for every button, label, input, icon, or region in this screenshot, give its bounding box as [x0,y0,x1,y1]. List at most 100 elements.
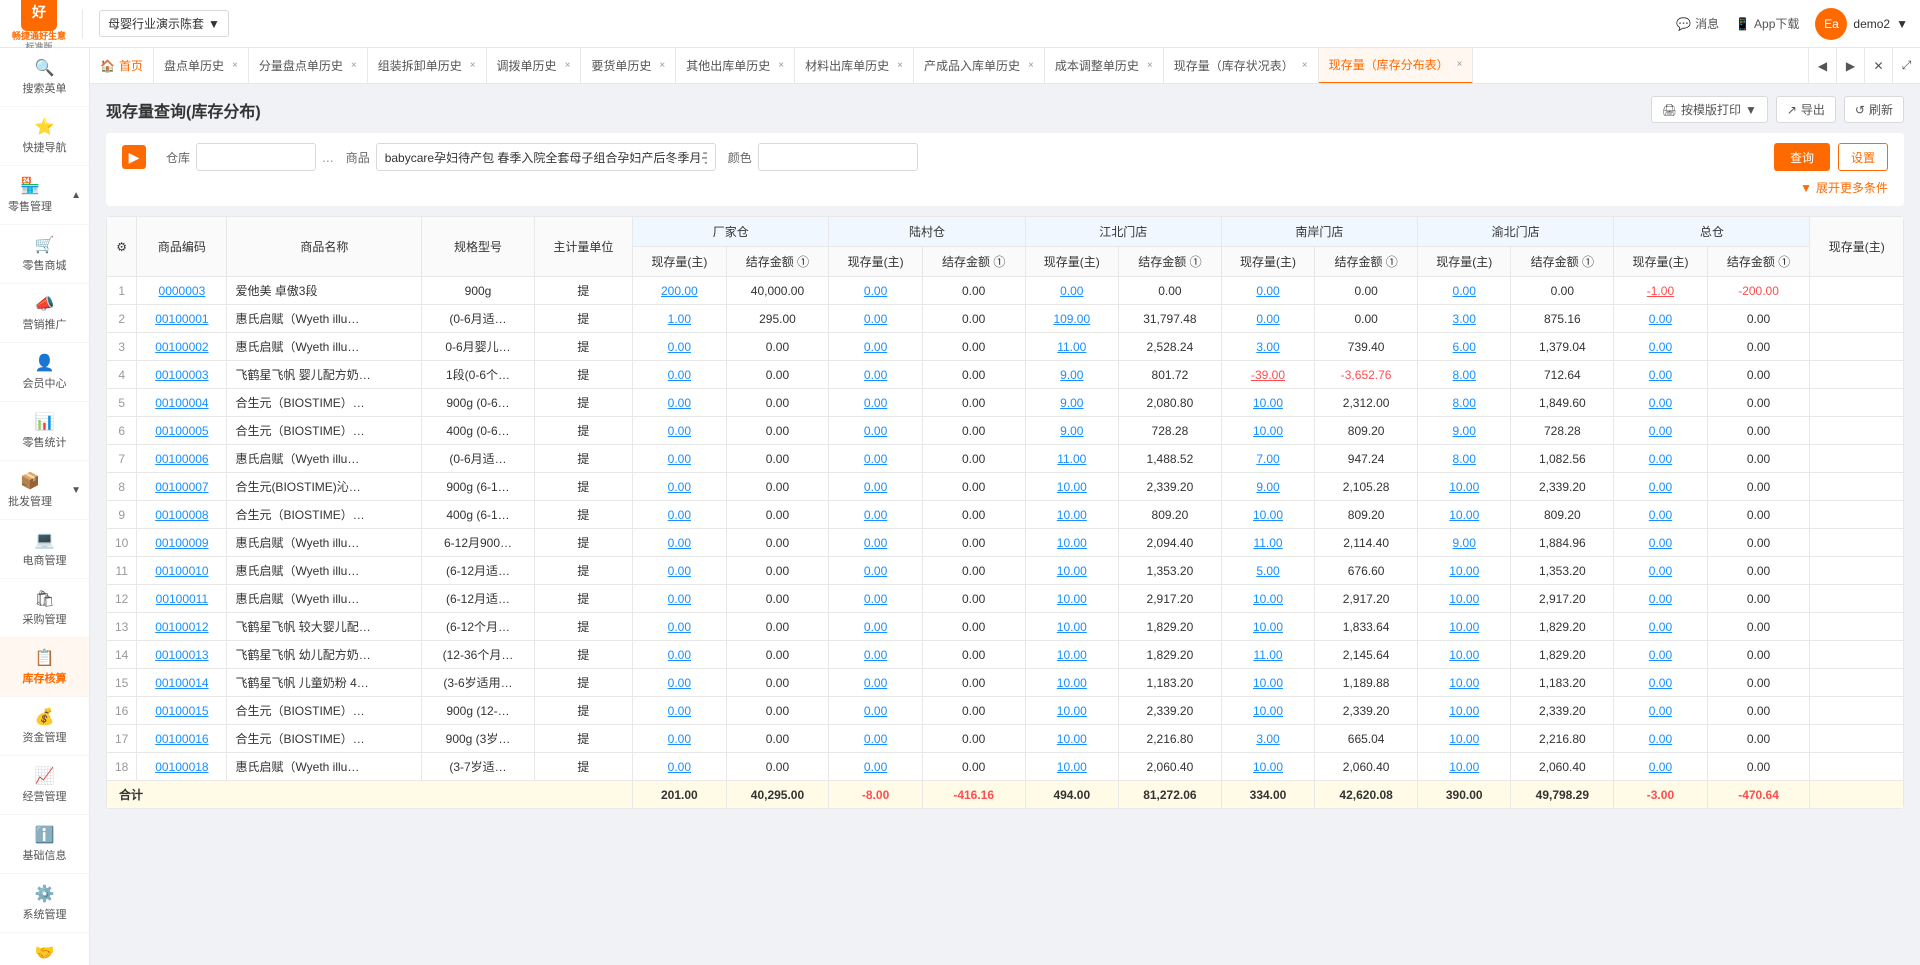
row-lucun-qty[interactable]: 0.00 [829,473,922,501]
row-total-qty[interactable]: 0.00 [1614,557,1707,585]
row-jiangbei-qty[interactable]: 109.00 [1025,305,1118,333]
row-total-qty[interactable]: 0.00 [1614,305,1707,333]
sidebar-item-purchase[interactable]: 🛍 采购管理 [0,579,89,638]
row-nanan-qty[interactable]: -39.00 [1221,361,1314,389]
row-yubei-qty[interactable]: 10.00 [1418,725,1511,753]
close-icon[interactable]: × [232,60,238,71]
row-code[interactable]: 00100011 [137,585,227,613]
row-total-qty[interactable]: 0.00 [1614,669,1707,697]
row-lucun-qty[interactable]: 0.00 [829,585,922,613]
row-nanan-qty[interactable]: 9.00 [1221,473,1314,501]
message-btn[interactable]: 💬 消息 [1676,15,1719,32]
print-btn[interactable]: 🖨 按模版打印 ▼ [1651,96,1768,123]
row-changja-qty[interactable]: 0.00 [633,333,726,361]
close-icon[interactable]: × [897,60,903,71]
expand-conditions-btn[interactable]: ▼ 展开更多条件 [1800,179,1888,196]
row-jiangbei-qty[interactable]: 10.00 [1025,697,1118,725]
row-changja-qty[interactable]: 0.00 [633,501,726,529]
row-total-qty[interactable]: 0.00 [1614,585,1707,613]
sidebar-item-operations[interactable]: 📈 经营管理 [0,756,89,815]
row-lucun-qty[interactable]: 0.00 [829,389,922,417]
app-download-btn[interactable]: 📱 App下载 [1735,15,1799,32]
row-nanan-qty[interactable]: 10.00 [1221,501,1314,529]
row-lucun-qty[interactable]: 0.00 [829,305,922,333]
tab-material-out[interactable]: 材料出库单历史 × [795,48,914,84]
row-yubei-qty[interactable]: 10.00 [1418,753,1511,781]
close-icon[interactable]: × [659,60,665,71]
tab-home[interactable]: 🏠 首页 [90,48,154,84]
row-total-qty[interactable]: 0.00 [1614,641,1707,669]
row-code[interactable]: 00100013 [137,641,227,669]
row-code[interactable]: 00100002 [137,333,227,361]
row-changja-qty[interactable]: 0.00 [633,725,726,753]
sidebar-item-search[interactable]: 🔍 搜索英单 [0,48,89,107]
tab-stock-status[interactable]: 现存量（库存状况表） × [1164,48,1319,84]
row-lucun-qty[interactable]: 0.00 [829,753,922,781]
row-yubei-qty[interactable]: 10.00 [1418,641,1511,669]
tab-qty-check[interactable]: 分量盘点单历史 × [249,48,368,84]
row-jiangbei-qty[interactable]: 10.00 [1025,725,1118,753]
close-icon[interactable]: × [351,60,357,71]
row-jiangbei-qty[interactable]: 9.00 [1025,389,1118,417]
row-yubei-qty[interactable]: 10.00 [1418,697,1511,725]
sidebar-item-marketing[interactable]: 📣 营销推广 [0,284,89,343]
row-jiangbei-qty[interactable]: 10.00 [1025,557,1118,585]
row-code[interactable]: 00100010 [137,557,227,585]
row-nanan-qty[interactable]: 10.00 [1221,697,1314,725]
sidebar-item-shortcut[interactable]: ⭐ 快捷导航 [0,107,89,166]
row-nanan-qty[interactable]: 3.00 [1221,725,1314,753]
row-yubei-qty[interactable]: 9.00 [1418,529,1511,557]
row-jiangbei-qty[interactable]: 10.00 [1025,669,1118,697]
row-changja-qty[interactable]: 0.00 [633,557,726,585]
sidebar-item-member[interactable]: 👤 会员中心 [0,343,89,402]
row-total-qty[interactable]: 0.00 [1614,501,1707,529]
row-yubei-qty[interactable]: 10.00 [1418,585,1511,613]
query-btn[interactable]: 查询 [1774,143,1830,171]
tab-inventory-check[interactable]: 盘点单历史 × [154,48,249,84]
row-changja-qty[interactable]: 0.00 [633,613,726,641]
sidebar-item-retail-mgmt[interactable]: 🏪 零售管理 ▲ [0,166,89,225]
row-nanan-qty[interactable]: 5.00 [1221,557,1314,585]
row-total-qty[interactable]: 0.00 [1614,697,1707,725]
row-jiangbei-qty[interactable]: 11.00 [1025,333,1118,361]
row-yubei-qty[interactable]: 10.00 [1418,473,1511,501]
close-icon[interactable]: × [1457,59,1463,70]
row-jiangbei-qty[interactable]: 10.00 [1025,613,1118,641]
row-jiangbei-qty[interactable]: 0.00 [1025,277,1118,305]
tab-product-in[interactable]: 产成品入库单历史 × [914,48,1045,84]
industry-selector[interactable]: 母婴行业演示陈套 ▼ [99,10,229,37]
product-input[interactable] [376,143,716,171]
row-jiangbei-qty[interactable]: 10.00 [1025,753,1118,781]
row-lucun-qty[interactable]: 0.00 [829,277,922,305]
row-total-qty[interactable]: 0.00 [1614,613,1707,641]
row-changja-qty[interactable]: 0.00 [633,361,726,389]
tab-transfer[interactable]: 调拨单历史 × [487,48,582,84]
row-yubei-qty[interactable]: 0.00 [1418,277,1511,305]
row-yubei-qty[interactable]: 10.00 [1418,669,1511,697]
row-lucun-qty[interactable]: 0.00 [829,501,922,529]
close-icon[interactable]: × [1147,60,1153,71]
row-lucun-qty[interactable]: 0.00 [829,417,922,445]
close-icon[interactable]: × [778,60,784,71]
row-nanan-qty[interactable]: 11.00 [1221,529,1314,557]
row-jiangbei-qty[interactable]: 10.00 [1025,641,1118,669]
row-jiangbei-qty[interactable]: 9.00 [1025,361,1118,389]
row-jiangbei-qty[interactable]: 11.00 [1025,445,1118,473]
tab-stock-dist[interactable]: 现存量（库存分布表） × [1319,48,1474,84]
row-yubei-qty[interactable]: 6.00 [1418,333,1511,361]
row-yubei-qty[interactable]: 3.00 [1418,305,1511,333]
row-yubei-qty[interactable]: 9.00 [1418,417,1511,445]
row-total-qty[interactable]: 0.00 [1614,753,1707,781]
sidebar-item-enterprise[interactable]: 🤝 企业协同 [0,933,89,965]
tab-close-btn[interactable]: ✕ [1864,48,1892,84]
row-nanan-qty[interactable]: 10.00 [1221,585,1314,613]
row-changja-qty[interactable]: 0.00 [633,529,726,557]
row-yubei-qty[interactable]: 8.00 [1418,361,1511,389]
row-changja-qty[interactable]: 0.00 [633,697,726,725]
row-changja-qty[interactable]: 200.00 [633,277,726,305]
row-total-qty[interactable]: 0.00 [1614,725,1707,753]
row-changja-qty[interactable]: 0.00 [633,417,726,445]
row-nanan-qty[interactable]: 7.00 [1221,445,1314,473]
row-code[interactable]: 00100006 [137,445,227,473]
row-lucun-qty[interactable]: 0.00 [829,361,922,389]
